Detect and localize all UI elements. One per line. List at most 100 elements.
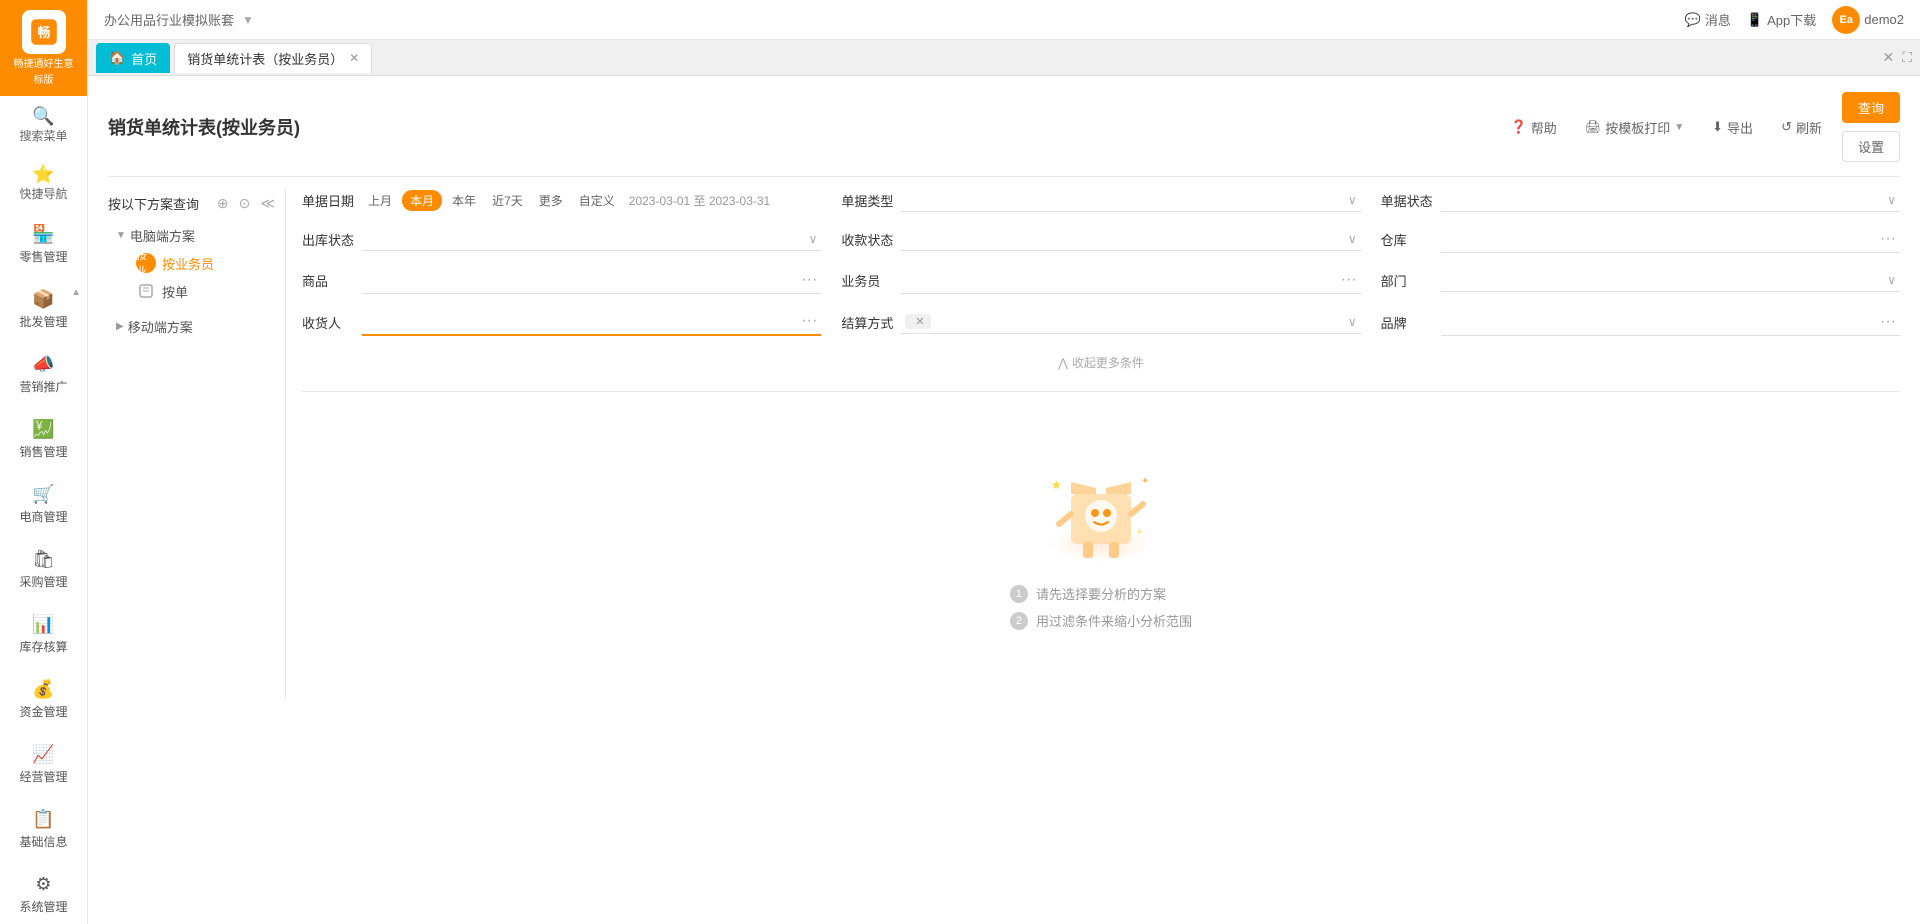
receiver-input[interactable]: ··· — [362, 308, 821, 336]
tab-minimize-btn[interactable]: ✕ — [1882, 49, 1894, 66]
date-btn-more[interactable]: 更多 — [533, 190, 569, 211]
wholesale-icon: 📦 — [32, 289, 54, 310]
sidebar-item-purchase-label: 采购管理 — [19, 573, 67, 590]
tree-sub-item-salesperson[interactable]: 按业 按业务员 — [108, 249, 277, 277]
sidebar-item-search-label: 搜索菜单 — [19, 129, 67, 143]
salesperson-dots: ··· — [1341, 271, 1357, 289]
sidebar-item-inventory-label: 库存核算 — [19, 638, 67, 655]
dept-select[interactable]: ∨ — [1441, 269, 1900, 292]
salesperson-select[interactable]: ··· — [901, 267, 1360, 294]
step-num-2: 2 — [1010, 612, 1028, 630]
svg-text:★: ★ — [1051, 478, 1062, 492]
home-icon: 🏠 — [109, 50, 125, 66]
date-btn-custom[interactable]: 自定义 — [573, 190, 621, 211]
finance-icon: 💰 — [32, 679, 54, 700]
receiptstatus-select[interactable]: ∨ — [901, 228, 1360, 251]
paymethod-tag: ✕ — [905, 314, 930, 329]
tree-item-mobile-label: 移动端方案 — [128, 317, 193, 336]
print-dropdown-arrow: ▼ — [1674, 122, 1684, 133]
sidebar-item-operation[interactable]: 📈 经营管理 — [0, 732, 87, 797]
tab-report-label: 销货单统计表（按业务员） — [187, 49, 343, 68]
app-download-icon: 📱 — [1747, 12, 1763, 28]
date-label: 单据日期 — [302, 191, 354, 210]
panel-config-btn[interactable]: ⊙ — [237, 193, 253, 214]
doctype-label: 单据类型 — [841, 191, 893, 210]
salesperson-filter-label: 业务员 — [841, 271, 893, 290]
settings-btn[interactable]: 设置 — [1842, 131, 1900, 162]
outstatus-chevron: ∨ — [809, 232, 818, 246]
query-btns-group: 查询 设置 — [1842, 92, 1900, 162]
date-filter: 上月 本月 本年 近7天 更多 自定义 2023-03-01 至 2023-03… — [362, 190, 821, 211]
tree-item-mobile[interactable]: ▶ 移动端方案 — [108, 313, 277, 340]
user-menu[interactable]: Ea demo2 — [1832, 6, 1904, 34]
doctype-select[interactable]: ∨ — [901, 189, 1360, 212]
app-download-btn[interactable]: 📱 App下载 — [1747, 10, 1816, 29]
date-btn-lastmonth[interactable]: 上月 — [362, 190, 398, 211]
app-download-label: App下载 — [1767, 10, 1816, 29]
date-range-text: 2023-03-01 至 2023-03-31 — [629, 192, 770, 209]
tree-item-desktop[interactable]: ▼ 电脑端方案 — [108, 222, 277, 249]
sidebar-item-system-label: 系统管理 — [19, 898, 67, 915]
tree-item-desktop-label: 电脑端方案 — [130, 226, 195, 245]
tree-sub-item-order[interactable]: 按单 — [108, 277, 277, 305]
tab-home[interactable]: 🏠 首页 — [96, 43, 170, 73]
tab-report[interactable]: 销货单统计表（按业务员） ✕ — [174, 43, 372, 73]
brand-select[interactable]: ··· — [1441, 309, 1900, 336]
right-panel: 单据日期 上月 本月 本年 近7天 更多 自定义 2023-03-01 至 20… — [286, 189, 1900, 698]
docstatus-select[interactable]: ∨ — [1441, 189, 1900, 212]
date-btn-thismonth[interactable]: 本月 — [402, 190, 442, 211]
sidebar-item-finance[interactable]: 💰 资金管理 — [0, 667, 87, 732]
logo: 畅 畅捷通好生意 标版 — [0, 0, 87, 96]
goods-select[interactable]: ··· — [362, 267, 821, 294]
date-btn-7days[interactable]: 近7天 — [486, 190, 529, 211]
help-btn[interactable]: ❓ 帮助 — [1503, 114, 1565, 141]
step-num-1: 1 — [1010, 585, 1028, 603]
marketing-icon: 📣 — [32, 354, 54, 375]
empty-step-1: 1 请先选择要分析的方案 — [1010, 584, 1192, 603]
wholesale-arrow: ▲ — [71, 287, 81, 298]
message-btn[interactable]: 💬 消息 — [1685, 10, 1731, 29]
refresh-label: 刷新 — [1796, 118, 1822, 137]
sidebar-item-quick-nav[interactable]: ⭐ 快捷导航 — [0, 154, 87, 212]
sidebar-item-sales[interactable]: 💹 销售管理 — [0, 407, 87, 472]
page-selector-arrow[interactable]: ▼ — [242, 13, 254, 27]
collapse-btn[interactable]: ⋀ 收起更多条件 — [1058, 354, 1144, 371]
sidebar-item-marketing[interactable]: 📣 营销推广 — [0, 342, 87, 407]
paymethod-tag-close[interactable]: ✕ — [915, 315, 924, 328]
refresh-btn[interactable]: ↺ 刷新 — [1773, 114, 1830, 141]
sidebar-item-basic-label: 基础信息 — [19, 833, 67, 850]
sidebar-item-inventory[interactable]: 📊 库存核算 — [0, 602, 87, 667]
inventory-icon: 📊 — [32, 614, 54, 635]
collapse-label: 收起更多条件 — [1072, 354, 1144, 371]
sidebar-item-retail[interactable]: 🏪 零售管理 — [0, 212, 87, 277]
page-title: 销货单统计表(按业务员) — [108, 114, 300, 140]
tab-report-close[interactable]: ✕ — [349, 52, 359, 64]
tab-maximize-btn[interactable]: ⛶ — [1902, 49, 1912, 66]
dept-chevron: ∨ — [1887, 273, 1896, 287]
refresh-icon: ↺ — [1781, 119, 1792, 135]
sidebar-item-search[interactable]: 🔍 搜索菜单 — [0, 96, 87, 154]
print-icon: 🖨 — [1585, 119, 1602, 135]
warehouse-select[interactable]: ··· — [1441, 226, 1900, 253]
operation-icon: 📈 — [32, 744, 54, 765]
filter-item-doctype: 单据类型 ∨ — [841, 189, 1360, 212]
message-icon: 💬 — [1685, 12, 1701, 28]
sidebar-item-basic[interactable]: 📋 基础信息 — [0, 797, 87, 862]
query-btn[interactable]: 查询 — [1842, 92, 1900, 123]
export-btn[interactable]: ⬇ 导出 — [1704, 114, 1761, 141]
filter-item-paymethod: 结算方式 ✕ ∨ — [841, 308, 1360, 336]
sidebar-item-purchase[interactable]: 🛍 采购管理 — [0, 537, 87, 602]
sidebar-item-ecommerce[interactable]: 🛒 电商管理 — [0, 472, 87, 537]
sidebar-item-system[interactable]: ⚙ 系统管理 — [0, 862, 87, 924]
content-divider — [302, 391, 1900, 392]
outstatus-select[interactable]: ∨ — [362, 228, 821, 251]
sidebar-item-wholesale[interactable]: 📦 批发管理 ▲ — [0, 277, 87, 342]
panel-add-btn[interactable]: ⊕ — [215, 193, 231, 214]
date-btn-thisyear[interactable]: 本年 — [446, 190, 482, 211]
sidebar-item-wholesale-label: 批发管理 — [19, 313, 67, 330]
empty-state: ★ ✦ ★ 1 请先选择要分析的方案 2 — [302, 404, 1900, 698]
panel-header-title: 按以下方案查询 — [108, 194, 199, 213]
panel-collapse-btn[interactable]: ≪ — [258, 193, 277, 214]
print-btn[interactable]: 🖨 按模板打印 ▼ — [1577, 114, 1692, 141]
message-label: 消息 — [1705, 10, 1731, 29]
